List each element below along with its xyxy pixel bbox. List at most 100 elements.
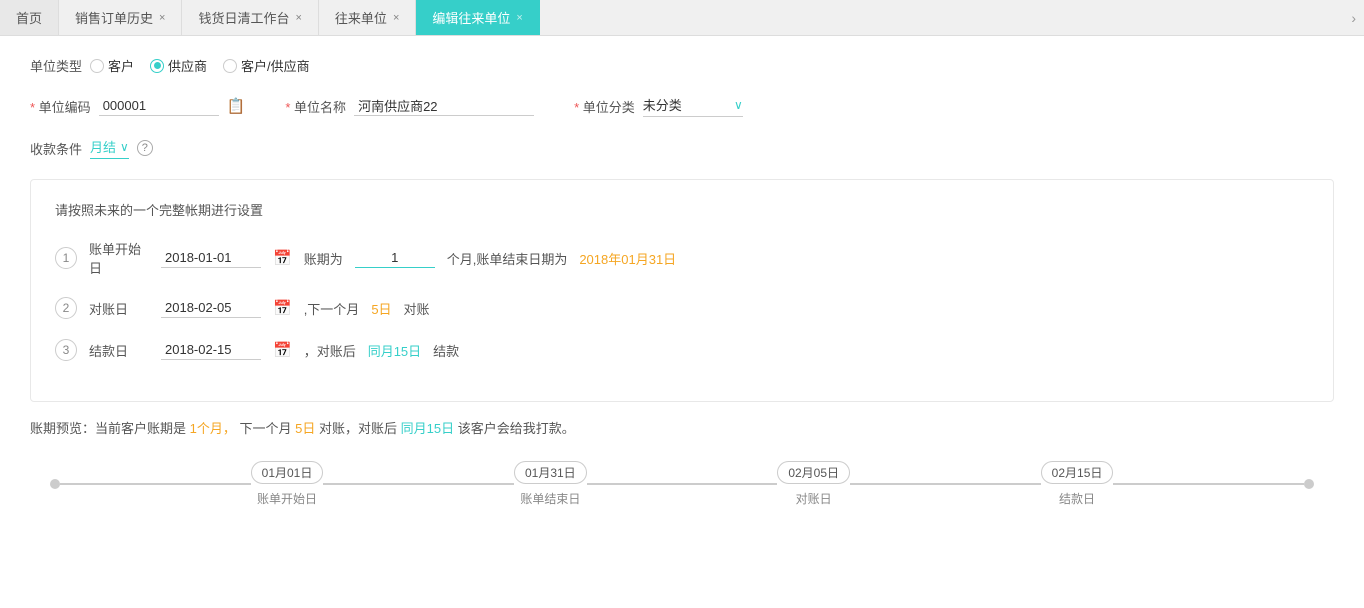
payment-row: 收款条件 月结 ∨ ? <box>30 137 1334 159</box>
card-title: 请按照未来的一个完整帐期进行设置 <box>55 200 1309 219</box>
timeline-badge-4: 02月15日 <box>1041 461 1114 484</box>
timeline-label-3: 对账日 <box>796 490 832 507</box>
period-input[interactable] <box>355 248 435 268</box>
step-2-cal-icon[interactable]: 📅 <box>273 299 292 317</box>
tab-sales-history[interactable]: 销售订单历史 × <box>59 0 182 35</box>
step-2-label: 对账日 <box>89 299 149 318</box>
tab-cash-work[interactable]: 钱货日清工作台 × <box>182 0 318 35</box>
tab-home[interactable]: 首页 <box>0 0 59 35</box>
step-1-end-date: 2018年01月31日 <box>579 249 676 268</box>
step-3-num: 3 <box>55 339 77 361</box>
timeline-label-2: 账单结束日 <box>520 490 580 507</box>
unit-name-field: 单位名称 <box>285 96 534 116</box>
tab-edit-partner-close[interactable]: × <box>516 12 522 24</box>
payment-select[interactable]: 月结 ∨ <box>90 137 129 159</box>
tab-cash-work-close[interactable]: × <box>295 12 301 24</box>
unit-code-input[interactable] <box>99 96 219 116</box>
timeline-node-2: 01月31日 账单结束日 <box>514 461 587 507</box>
step-2-highlight: 5日 <box>371 299 391 318</box>
tab-edit-partner-label: 编辑往来单位 <box>432 8 510 27</box>
help-icon[interactable]: ? <box>137 140 153 156</box>
payment-field: 收款条件 月结 ∨ ? <box>30 137 153 159</box>
tab-cash-work-label: 钱货日清工作台 <box>198 8 289 27</box>
tab-partner-unit-label: 往来单位 <box>335 8 387 27</box>
preview-day5: 5日 <box>295 421 315 436</box>
timeline-seg-2 <box>323 483 514 485</box>
step-1-num: 1 <box>55 247 77 269</box>
main-content: 单位类型 客户 供应商 客户/供应商 单位编码 📋 <box>0 36 1364 608</box>
preview-period: 1个月， <box>190 421 236 436</box>
unit-info-row: 单位编码 📋 单位名称 单位分类 未分类 ∨ <box>30 95 1334 117</box>
unit-name-label: 单位名称 <box>285 97 346 116</box>
unit-category-chevron: ∨ <box>734 98 743 112</box>
preview-suffix: 该客户会给我打款。 <box>458 421 575 436</box>
tab-home-label: 首页 <box>16 8 42 27</box>
step-1-cal-icon[interactable]: 📅 <box>273 249 292 267</box>
timeline-seg-4 <box>850 483 1041 485</box>
step-2-row: 2 对账日 📅 ,下一个月 5日 对账 <box>55 297 1309 319</box>
timeline-label-1: 账单开始日 <box>257 490 317 507</box>
tab-sales-history-label: 销售订单历史 <box>75 8 153 27</box>
timeline-badge-2: 01月31日 <box>514 461 587 484</box>
radio-group: 客户 供应商 客户/供应商 <box>90 56 310 75</box>
radio-customer-label: 客户 <box>108 56 134 75</box>
unit-type-row: 单位类型 客户 供应商 客户/供应商 <box>30 56 1334 75</box>
payment-label: 收款条件 <box>30 139 82 158</box>
timeline: 01月01日 账单开始日 01月31日 账单结束日 02月05日 对账日 02月… <box>30 461 1334 507</box>
timeline-seg-3 <box>587 483 778 485</box>
step-3-cal-icon[interactable]: 📅 <box>273 341 292 359</box>
step-1-desc-after: 个月,账单结束日期为 <box>447 249 568 268</box>
preview-reconcile: 对账，对账后 <box>319 421 397 436</box>
timeline-badge-1: 01月01日 <box>251 461 324 484</box>
step-2-desc-after: 对账 <box>404 299 430 318</box>
unit-type-label: 单位类型 <box>30 56 82 75</box>
timeline-node-3: 02月05日 对账日 <box>777 461 850 507</box>
tab-bar-more[interactable]: › <box>1343 0 1364 35</box>
step-3-highlight: 同月15日 <box>368 341 421 360</box>
timeline-start-dot <box>50 479 60 489</box>
radio-supplier-circle <box>150 59 164 73</box>
radio-customer-circle <box>90 59 104 73</box>
preview-prefix: 账期预览：当前客户账期是 <box>30 421 186 436</box>
radio-both[interactable]: 客户/供应商 <box>223 56 310 75</box>
step-3-label: 结款日 <box>89 341 149 360</box>
unit-code-label: 单位编码 <box>30 97 91 116</box>
step-1-row: 1 账单开始日 📅 账期为 个月,账单结束日期为 2018年01月31日 <box>55 239 1309 277</box>
payment-value: 月结 <box>90 137 116 156</box>
timeline-node-1: 01月01日 账单开始日 <box>251 461 324 507</box>
step-2-date[interactable] <box>161 298 261 318</box>
radio-supplier[interactable]: 供应商 <box>150 56 207 75</box>
card-section: 请按照未来的一个完整帐期进行设置 1 账单开始日 📅 账期为 个月,账单结束日期… <box>30 179 1334 402</box>
unit-name-input[interactable] <box>354 96 534 116</box>
unit-category-field: 单位分类 未分类 ∨ <box>574 95 743 117</box>
step-3-desc-before: ，对账后 <box>304 341 356 360</box>
step-2-desc-before: ,下一个月 <box>304 299 360 318</box>
radio-customer[interactable]: 客户 <box>90 56 134 75</box>
payment-chevron: ∨ <box>120 140 129 154</box>
preview-day15: 同月15日 <box>401 421 454 436</box>
radio-both-circle <box>223 59 237 73</box>
timeline-node-4: 02月15日 结款日 <box>1041 461 1114 507</box>
radio-both-label: 客户/供应商 <box>241 56 310 75</box>
timeline-end-dot <box>1304 479 1314 489</box>
step-1-desc-before: 账期为 <box>304 249 343 268</box>
step-3-date[interactable] <box>161 340 261 360</box>
step-2-num: 2 <box>55 297 77 319</box>
tab-sales-history-close[interactable]: × <box>159 12 165 24</box>
preview-section: 账期预览：当前客户账期是 1个月， 下一个月 5日 对账，对账后 同月15日 该… <box>30 418 1334 437</box>
tab-partner-unit[interactable]: 往来单位 × <box>319 0 416 35</box>
step-1-date[interactable] <box>161 248 261 268</box>
unit-code-field: 单位编码 📋 <box>30 96 245 116</box>
tab-edit-partner[interactable]: 编辑往来单位 × <box>416 0 539 35</box>
step-1-label: 账单开始日 <box>89 239 149 277</box>
unit-type-field: 单位类型 客户 供应商 客户/供应商 <box>30 56 310 75</box>
step-3-desc-after: 结款 <box>433 341 459 360</box>
timeline-seg-1 <box>60 483 251 485</box>
tab-partner-unit-close[interactable]: × <box>393 12 399 24</box>
unit-category-dropdown[interactable]: 未分类 ∨ <box>643 95 743 117</box>
timeline-label-4: 结款日 <box>1059 490 1095 507</box>
timeline-seg-5 <box>1113 483 1304 485</box>
unit-code-icon[interactable]: 📋 <box>227 97 246 115</box>
step-3-row: 3 结款日 📅 ，对账后 同月15日 结款 <box>55 339 1309 361</box>
preview-mid: 下一个月 <box>240 421 292 436</box>
